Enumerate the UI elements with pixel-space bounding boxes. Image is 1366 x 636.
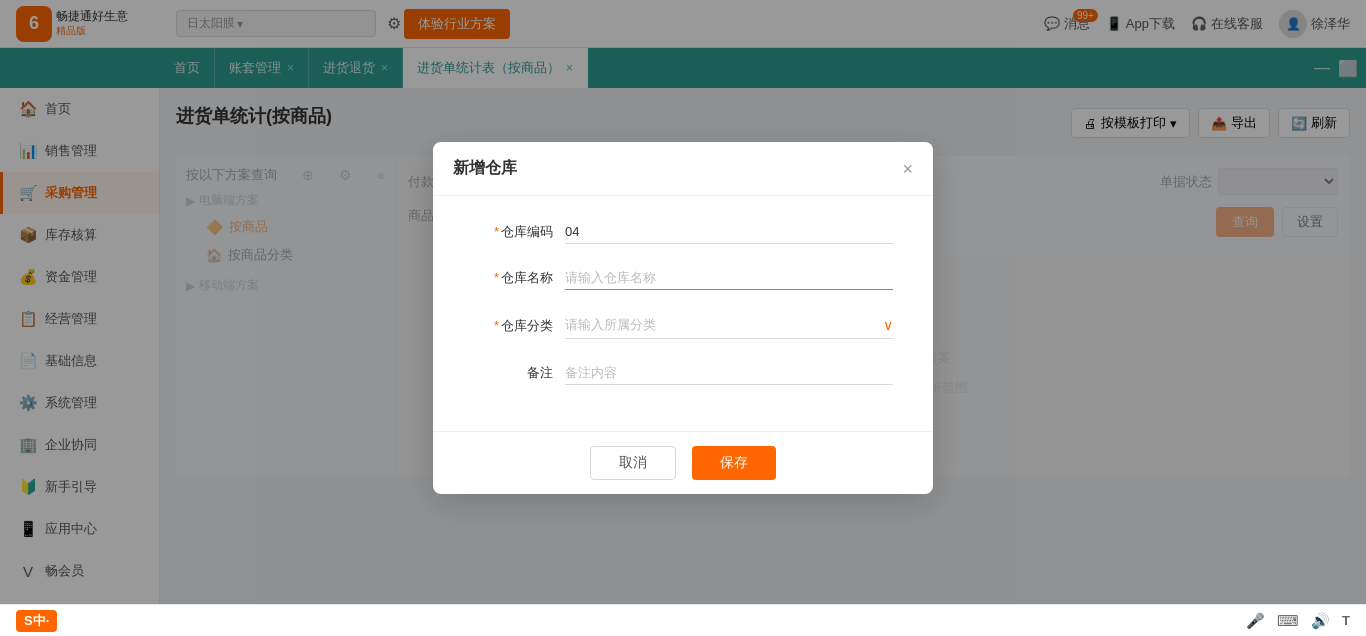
keyboard-icon[interactable]: ⌨ — [1277, 612, 1299, 630]
note-label: 备注 — [473, 364, 553, 382]
form-row-note: 备注 — [473, 361, 893, 385]
modal-close-button[interactable]: × — [902, 160, 913, 178]
category-label: *仓库分类 — [473, 317, 553, 335]
form-row-code: *仓库编码 — [473, 220, 893, 244]
status-bar: S中· 🎤 ⌨ 🔊 T — [0, 604, 1366, 636]
status-icons: 🎤 ⌨ 🔊 T — [1246, 612, 1350, 630]
category-placeholder: 请输入所属分类 — [565, 316, 656, 334]
form-row-name: *仓库名称 — [473, 266, 893, 290]
code-input[interactable] — [565, 220, 893, 244]
form-row-category: *仓库分类 请输入所属分类 ∨ — [473, 312, 893, 339]
code-label: *仓库编码 — [473, 223, 553, 241]
cancel-button[interactable]: 取消 — [590, 446, 676, 480]
name-input[interactable] — [565, 266, 893, 290]
required-star-name: * — [494, 270, 499, 285]
text-icon[interactable]: T — [1342, 613, 1350, 628]
modal-header: 新增仓库 × — [433, 142, 933, 196]
required-star-code: * — [494, 224, 499, 239]
category-select[interactable]: 请输入所属分类 ∨ — [565, 312, 893, 339]
new-warehouse-modal: 新增仓库 × *仓库编码 *仓库名称 *仓库分类 — [433, 142, 933, 494]
name-label: *仓库名称 — [473, 269, 553, 287]
mic-icon[interactable]: 🎤 — [1246, 612, 1265, 630]
category-dropdown-icon: ∨ — [883, 317, 893, 333]
note-input[interactable] — [565, 361, 893, 385]
modal-body: *仓库编码 *仓库名称 *仓库分类 请输入所属分类 ∨ — [433, 196, 933, 431]
speaker-icon[interactable]: 🔊 — [1311, 612, 1330, 630]
modal-overlay: 新增仓库 × *仓库编码 *仓库名称 *仓库分类 — [0, 0, 1366, 636]
status-logo: S中· — [16, 610, 57, 632]
modal-title: 新增仓库 — [453, 158, 517, 179]
required-star-category: * — [494, 318, 499, 333]
save-button[interactable]: 保存 — [692, 446, 776, 480]
modal-footer: 取消 保存 — [433, 431, 933, 494]
